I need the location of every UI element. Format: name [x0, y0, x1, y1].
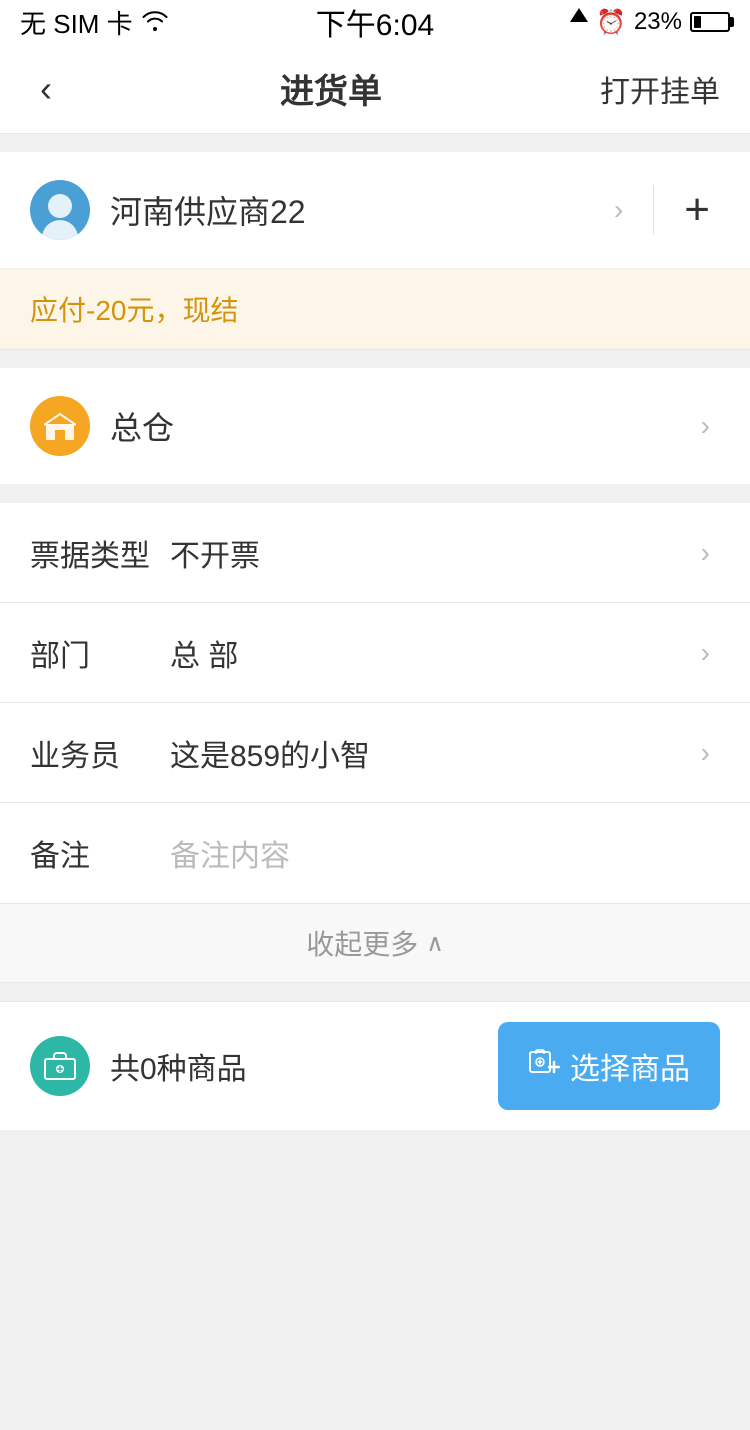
page-background: [0, 1130, 750, 1430]
warehouse-section: 总仓 ›: [0, 368, 750, 485]
status-right: ⏰ 23%: [570, 8, 730, 37]
supplier-row[interactable]: 河南供应商22 › +: [0, 152, 750, 269]
vertical-divider: [653, 185, 654, 235]
invoice-type-chevron: ›: [701, 537, 710, 569]
collapse-bar[interactable]: 收起更多 ∧: [0, 903, 750, 983]
warehouse-row[interactable]: 总仓 ›: [0, 368, 750, 485]
location-icon: [570, 8, 588, 37]
section-gap-3: [0, 983, 750, 1001]
supplier-chevron-icon: ›: [614, 194, 623, 226]
supplier-name: 河南供应商22: [110, 187, 614, 233]
wifi-icon: [141, 7, 169, 38]
open-pending-button[interactable]: 打开挂单: [600, 67, 720, 111]
select-product-icon: [528, 1048, 560, 1084]
invoice-type-value: 不开票: [150, 531, 701, 575]
nav-bar: ‹ 进货单 打开挂单: [0, 44, 750, 134]
top-divider: [0, 134, 750, 152]
status-left: 无 SIM 卡: [20, 4, 169, 41]
salesperson-chevron: ›: [701, 737, 710, 769]
section-gap-2: [0, 485, 750, 503]
supplier-avatar: [30, 180, 90, 240]
department-chevron: ›: [701, 637, 710, 669]
bottom-bar: 共0种商品 选择商品: [0, 1001, 750, 1130]
invoice-type-row[interactable]: 票据类型 不开票 ›: [0, 503, 750, 603]
department-label: 部门: [30, 631, 150, 675]
remark-input[interactable]: 备注内容: [150, 831, 720, 875]
select-product-button[interactable]: 选择商品: [498, 1022, 720, 1110]
alarm-icon: ⏰: [596, 8, 626, 37]
notice-text: 应付-20元，现结: [30, 295, 238, 326]
department-value: 总 部: [150, 631, 701, 675]
collapse-label: 收起更多: [306, 923, 418, 963]
notice-bar: 应付-20元，现结: [0, 269, 750, 350]
section-gap-1: [0, 350, 750, 368]
collapse-icon: ∧: [426, 929, 444, 958]
warehouse-chevron-icon: ›: [701, 410, 710, 442]
battery-percent: 23%: [634, 8, 682, 36]
salesperson-value: 这是859的小智: [150, 731, 701, 775]
back-button[interactable]: ‹: [30, 58, 62, 120]
supplier-section: 河南供应商22 › + 应付-20元，现结: [0, 152, 750, 350]
remark-label: 备注: [30, 831, 150, 875]
time-display: 下午6:04: [316, 0, 434, 44]
salesperson-row[interactable]: 业务员 这是859的小智 ›: [0, 703, 750, 803]
product-info: 共0种商品: [30, 1036, 498, 1096]
avatar-person-icon: [30, 180, 90, 240]
form-section: 票据类型 不开票 › 部门 总 部 › 业务员 这是859的小智 › 备注 备注…: [0, 503, 750, 903]
department-row[interactable]: 部门 总 部 ›: [0, 603, 750, 703]
battery-indicator: [690, 12, 730, 32]
warehouse-name: 总仓: [110, 403, 701, 449]
carrier-text: 无 SIM 卡: [20, 4, 133, 41]
page-title: 进货单: [280, 64, 382, 113]
status-bar: 无 SIM 卡 下午6:04 ⏰ 23%: [0, 0, 750, 44]
avatar-head: [48, 194, 72, 218]
salesperson-label: 业务员: [30, 731, 150, 775]
avatar-body: [42, 220, 78, 240]
product-count: 共0种商品: [110, 1044, 247, 1088]
select-product-label: 选择商品: [570, 1044, 690, 1088]
warehouse-icon: [30, 396, 90, 456]
product-icon: [30, 1036, 90, 1096]
remark-row[interactable]: 备注 备注内容: [0, 803, 750, 903]
invoice-type-label: 票据类型: [30, 531, 150, 575]
add-supplier-button[interactable]: +: [674, 188, 720, 232]
